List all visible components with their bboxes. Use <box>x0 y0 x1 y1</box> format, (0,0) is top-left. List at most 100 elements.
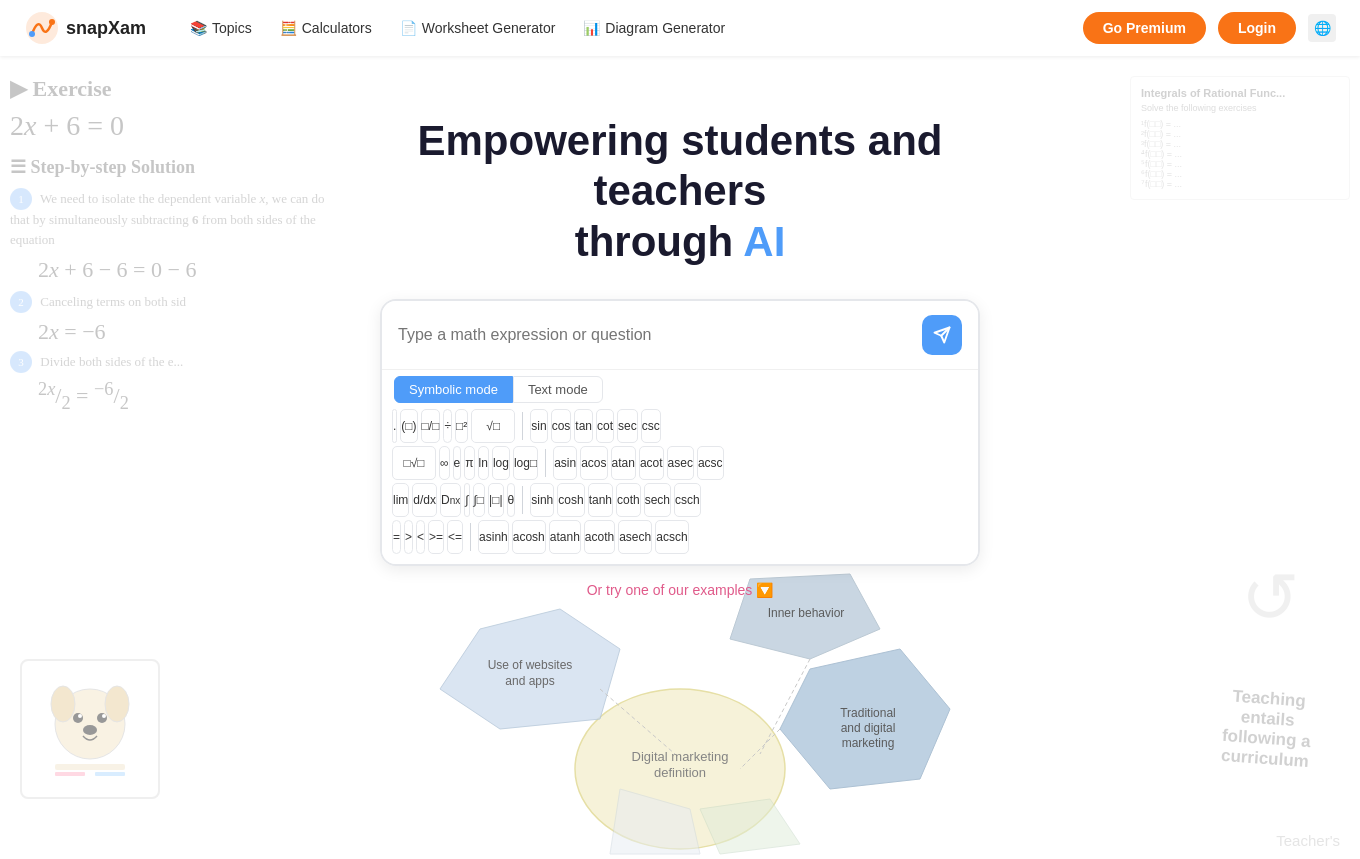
svg-rect-15 <box>95 772 125 776</box>
svg-rect-14 <box>55 772 85 776</box>
input-row <box>382 301 978 370</box>
teaching-text: Teaching entails following a curriculum <box>1199 685 1334 774</box>
kb-abs[interactable]: |□| <box>488 483 503 517</box>
kb-ddx[interactable]: d/dx <box>412 483 437 517</box>
nav-diagram[interactable]: 📊 Diagram Generator <box>571 14 737 42</box>
logo-text: snapXam <box>66 18 146 39</box>
mode-tabs: Symbolic mode Text mode <box>382 370 978 403</box>
kb-cot[interactable]: cot <box>596 409 614 443</box>
svg-text:Inner behavior: Inner behavior <box>768 606 845 620</box>
svg-point-1 <box>29 31 35 37</box>
kb-acos[interactable]: acos <box>580 446 607 480</box>
dog-worksheet <box>20 659 160 799</box>
worksheet-icon: 📄 <box>400 20 417 36</box>
svg-point-6 <box>51 686 75 722</box>
kb-cos[interactable]: cos <box>551 409 572 443</box>
svg-text:and apps: and apps <box>505 674 554 688</box>
kb-asinh[interactable]: asinh <box>478 520 509 554</box>
main-content: ▶ Exercise 2x + 6 = 0 ☰ Step-by-step Sol… <box>0 56 1360 859</box>
svg-point-10 <box>78 714 82 718</box>
kb-tanh[interactable]: tanh <box>588 483 613 517</box>
kb-dot[interactable]: . <box>392 409 397 443</box>
kb-asec[interactable]: asec <box>667 446 694 480</box>
navbar: snapXam 📚 Topics 🧮 Calculators 📄 Workshe… <box>0 0 1360 56</box>
kb-log[interactable]: log <box>492 446 510 480</box>
kb-acot[interactable]: acot <box>639 446 664 480</box>
kb-inf[interactable]: ∞ <box>439 446 450 480</box>
svg-text:Use of websites: Use of websites <box>488 658 573 672</box>
kb-sqrt[interactable]: √□ <box>471 409 515 443</box>
tab-symbolic[interactable]: Symbolic mode <box>394 376 513 403</box>
kb-eq[interactable]: = <box>392 520 401 554</box>
kb-lte[interactable]: <= <box>447 520 463 554</box>
kb-csc[interactable]: csc <box>641 409 661 443</box>
kb-dndx[interactable]: Dnx <box>440 483 461 517</box>
svg-point-11 <box>102 714 106 718</box>
kb-e[interactable]: e <box>453 446 462 480</box>
kb-logbase[interactable]: log□ <box>513 446 538 480</box>
svg-point-9 <box>97 713 107 723</box>
kb-acsch[interactable]: acsch <box>655 520 688 554</box>
login-button[interactable]: Login <box>1218 12 1296 44</box>
kb-asech[interactable]: asech <box>618 520 652 554</box>
kb-acsc[interactable]: acsc <box>697 446 724 480</box>
kb-sech[interactable]: sech <box>644 483 671 517</box>
kb-int[interactable]: ∫ <box>464 483 469 517</box>
svg-text:definition: definition <box>654 765 706 780</box>
kb-asin[interactable]: asin <box>553 446 577 480</box>
arrow-decoration: ↺ <box>1241 557 1300 639</box>
kb-lim[interactable]: lim <box>392 483 409 517</box>
kb-ln[interactable]: ln <box>478 446 489 480</box>
svg-point-12 <box>83 725 97 735</box>
kb-acosh[interactable]: acosh <box>512 520 546 554</box>
premium-button[interactable]: Go Premium <box>1083 12 1206 44</box>
topics-icon: 📚 <box>190 20 207 36</box>
kb-lt[interactable]: < <box>416 520 425 554</box>
kb-sinh[interactable]: sinh <box>530 483 554 517</box>
kb-pi[interactable]: π <box>464 446 474 480</box>
nav-worksheet[interactable]: 📄 Worksheet Generator <box>388 14 568 42</box>
center-content: Empowering students and teachers through… <box>340 116 1020 598</box>
logo[interactable]: snapXam <box>24 10 146 46</box>
kb-csch[interactable]: csch <box>674 483 701 517</box>
kb-atanh[interactable]: atanh <box>549 520 581 554</box>
kb-theta[interactable]: θ <box>507 483 516 517</box>
nav-calculators[interactable]: 🧮 Calculators <box>268 14 384 42</box>
teachers-text: Teacher's <box>1276 832 1340 849</box>
kb-cosh[interactable]: cosh <box>557 483 584 517</box>
diagram-icon: 📊 <box>583 20 600 36</box>
bg-right-worksheet: Integrals of Rational Func... Solve the … <box>1130 76 1350 200</box>
svg-text:Digital marketing: Digital marketing <box>632 749 729 764</box>
kb-coth[interactable]: coth <box>616 483 641 517</box>
kb-tan[interactable]: tan <box>574 409 593 443</box>
nav-topics[interactable]: 📚 Topics <box>178 14 264 42</box>
kb-gt[interactable]: > <box>404 520 413 554</box>
svg-point-7 <box>105 686 129 722</box>
kb-acoth[interactable]: acoth <box>584 520 615 554</box>
math-input-container: Symbolic mode Text mode . (□) □/□ ÷ □² √… <box>380 299 980 566</box>
kb-defint[interactable]: ∫□ <box>473 483 486 517</box>
svg-text:and digital: and digital <box>841 721 896 735</box>
tab-text[interactable]: Text mode <box>513 376 603 403</box>
diagram-area: Digital marketing definition Use of webs… <box>320 569 1040 859</box>
kb-gte[interactable]: >= <box>428 520 444 554</box>
kb-sin[interactable]: sin <box>530 409 547 443</box>
headline: Empowering students and teachers through… <box>340 116 1020 267</box>
kb-parens[interactable]: (□) <box>400 409 417 443</box>
examples-link[interactable]: Or try one of our examples 🔽 <box>587 582 774 598</box>
svg-rect-13 <box>55 764 125 770</box>
svg-text:🌐: 🌐 <box>1314 20 1332 37</box>
kb-sec[interactable]: sec <box>617 409 638 443</box>
calculators-icon: 🧮 <box>280 20 297 36</box>
kb-sqrtfrac[interactable]: □√□ <box>392 446 436 480</box>
kb-div[interactable]: ÷ <box>443 409 452 443</box>
submit-button[interactable] <box>922 315 962 355</box>
kb-atan[interactable]: atan <box>611 446 636 480</box>
nav-links: 📚 Topics 🧮 Calculators 📄 Worksheet Gener… <box>178 14 1083 42</box>
translate-icon[interactable]: 🌐 <box>1308 14 1336 42</box>
svg-point-8 <box>73 713 83 723</box>
svg-text:marketing: marketing <box>842 736 895 750</box>
kb-frac[interactable]: □/□ <box>421 409 441 443</box>
math-input[interactable] <box>398 326 922 344</box>
kb-sq[interactable]: □² <box>455 409 468 443</box>
